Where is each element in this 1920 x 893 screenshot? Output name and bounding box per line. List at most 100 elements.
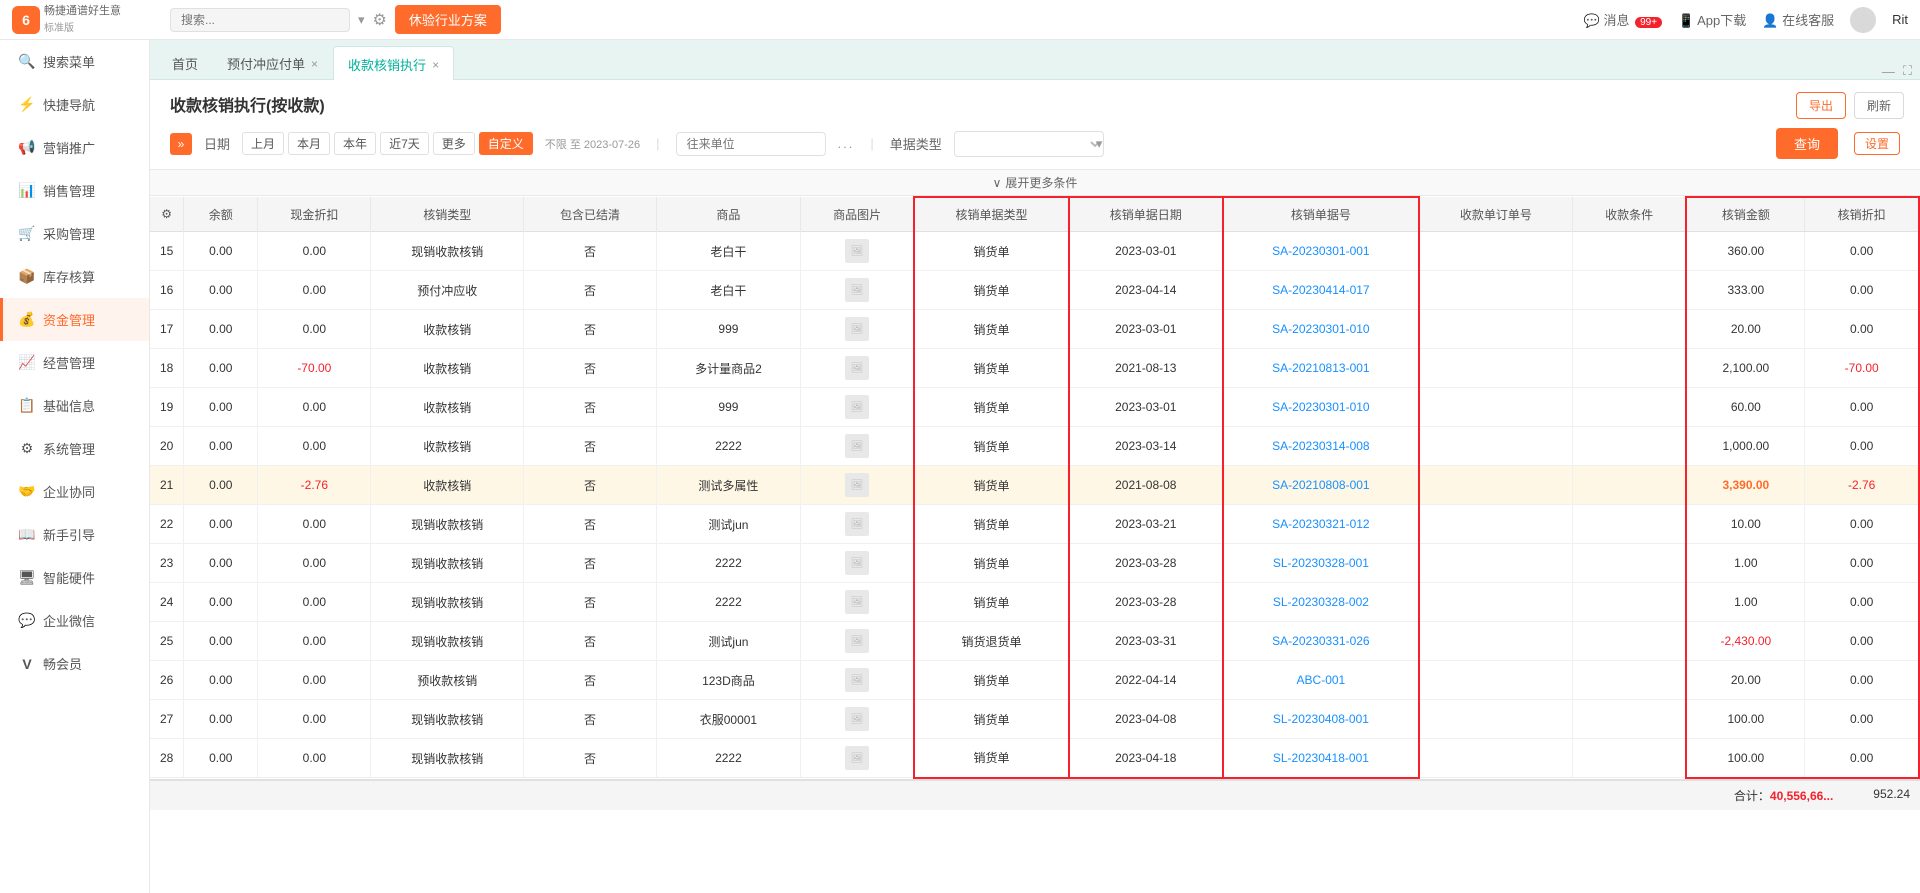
sidebar-item-wechat[interactable]: 💬 企业微信: [0, 599, 149, 642]
row-bill-no[interactable]: SL-20230408-001: [1223, 700, 1419, 739]
bill-no-link[interactable]: SL-20230408-001: [1273, 712, 1369, 726]
bill-no-link[interactable]: ABC-001: [1297, 673, 1346, 687]
date-custom[interactable]: 自定义: [479, 132, 533, 155]
row-settings-icon[interactable]: 17: [150, 310, 184, 349]
app-download-btn[interactable]: 📱 App下载: [1678, 10, 1746, 29]
row-bill-no[interactable]: SA-20230301-010: [1223, 388, 1419, 427]
expand-more-label: 展开更多条件: [1005, 174, 1077, 191]
search-input[interactable]: [170, 8, 350, 32]
row-bill-no[interactable]: SA-20210813-001: [1223, 349, 1419, 388]
sidebar-item-member[interactable]: V 畅会员: [0, 642, 149, 685]
bill-no-link[interactable]: SA-20230301-010: [1272, 322, 1369, 336]
row-settings-icon[interactable]: 19: [150, 388, 184, 427]
row-settings-icon[interactable]: 20: [150, 427, 184, 466]
bill-no-link[interactable]: SL-20230328-002: [1273, 595, 1369, 609]
tab-home[interactable]: 首页: [158, 46, 212, 79]
sidebar-item-hardware[interactable]: 🖥 智能硬件: [0, 556, 149, 599]
sidebar-item-marketing[interactable]: 📢 营销推广: [0, 126, 149, 169]
date-last-month[interactable]: 上月: [242, 132, 284, 155]
th-settings[interactable]: ⚙: [150, 197, 184, 232]
row-settings-icon[interactable]: 26: [150, 661, 184, 700]
table-area[interactable]: ⚙ 余额 现金折扣 核销类型 包含已结清 商品 商品图片 核销单据类型 核销单据…: [150, 196, 1920, 893]
bill-type-select[interactable]: [954, 131, 1104, 157]
user-avatar[interactable]: [1850, 7, 1876, 33]
row-bill-no[interactable]: ABC-001: [1223, 661, 1419, 700]
tab-prepay-close[interactable]: ×: [311, 57, 318, 71]
filter-expand-btn[interactable]: »: [170, 133, 192, 155]
row-bill-no[interactable]: SL-20230328-001: [1223, 544, 1419, 583]
row-settings-icon[interactable]: 28: [150, 739, 184, 778]
date-this-year[interactable]: 本年: [334, 132, 376, 155]
filter-divider-1: |: [656, 136, 659, 151]
row-verify-amount: 2,100.00: [1686, 349, 1804, 388]
bill-no-link[interactable]: SA-20210808-001: [1272, 478, 1369, 492]
date-more[interactable]: 更多: [433, 132, 475, 155]
main-table: ⚙ 余额 现金折扣 核销类型 包含已结清 商品 商品图片 核销单据类型 核销单据…: [150, 196, 1920, 779]
bill-no-link[interactable]: SA-20230331-026: [1272, 634, 1369, 648]
online-service-btn[interactable]: 👤 在线客服: [1762, 10, 1834, 29]
system-icon: ⚙: [19, 441, 35, 457]
table-row: 230.000.00现销收款核销否2222🖼销货单2023-03-28SL-20…: [150, 544, 1919, 583]
row-verify-discount: 0.00: [1805, 310, 1919, 349]
sidebar-item-management[interactable]: 📈 经营管理: [0, 341, 149, 384]
row-settings-icon[interactable]: 21: [150, 466, 184, 505]
expand-more-bar[interactable]: ∨ 展开更多条件: [150, 170, 1920, 196]
tab-receipt[interactable]: 收款核销执行 ×: [333, 46, 454, 80]
window-minimize-btn[interactable]: —: [1882, 64, 1895, 79]
row-settings-icon[interactable]: 22: [150, 505, 184, 544]
sidebar-item-collab[interactable]: 🤝 企业协同: [0, 470, 149, 513]
row-settings-icon[interactable]: 24: [150, 583, 184, 622]
bill-no-link[interactable]: SA-20210813-001: [1272, 361, 1369, 375]
export-btn[interactable]: 导出: [1796, 92, 1846, 119]
row-settings-icon[interactable]: 25: [150, 622, 184, 661]
settings-btn[interactable]: 设置: [1854, 132, 1900, 155]
sidebar-item-sales[interactable]: 📊 销售管理: [0, 169, 149, 212]
query-btn[interactable]: 查询: [1776, 128, 1838, 159]
industry-btn[interactable]: 休验行业方案: [395, 5, 501, 34]
bill-no-link[interactable]: SL-20230328-001: [1273, 556, 1369, 570]
message-btn[interactable]: 💬 消息 99+: [1584, 10, 1662, 29]
date-this-month[interactable]: 本月: [288, 132, 330, 155]
sidebar-item-system[interactable]: ⚙ 系统管理: [0, 427, 149, 470]
row-settings-icon[interactable]: 16: [150, 271, 184, 310]
sidebar-item-shortcut[interactable]: ⚡ 快捷导航: [0, 83, 149, 126]
inventory-icon: 📦: [19, 269, 35, 285]
row-bill-no[interactable]: SA-20230314-008: [1223, 427, 1419, 466]
date-7days[interactable]: 近7天: [380, 132, 429, 155]
bill-no-link[interactable]: SL-20230418-001: [1273, 751, 1369, 765]
search-icon: 🔍: [19, 54, 35, 70]
row-settings-icon[interactable]: 15: [150, 232, 184, 271]
bill-no-link[interactable]: SA-20230301-001: [1272, 244, 1369, 258]
row-bill-no[interactable]: SA-20230301-010: [1223, 310, 1419, 349]
counterpart-input[interactable]: [676, 132, 826, 156]
bill-no-link[interactable]: SA-20230414-017: [1272, 283, 1369, 297]
sidebar-item-basic[interactable]: 📋 基础信息: [0, 384, 149, 427]
row-bill-no[interactable]: SA-20230331-026: [1223, 622, 1419, 661]
refresh-btn[interactable]: 刷新: [1854, 92, 1904, 119]
tab-bar-right: — ⛶: [1882, 63, 1912, 79]
row-settings-icon[interactable]: 27: [150, 700, 184, 739]
tab-receipt-close[interactable]: ×: [432, 58, 439, 72]
gear-icon[interactable]: ⚙: [373, 10, 387, 30]
row-bill-no[interactable]: SA-20230321-012: [1223, 505, 1419, 544]
window-maximize-btn[interactable]: ⛶: [1903, 63, 1912, 79]
sidebar-item-purchase[interactable]: 🛒 采购管理: [0, 212, 149, 255]
sidebar-item-inventory[interactable]: 📦 库存核算: [0, 255, 149, 298]
tab-prepay[interactable]: 预付冲应付单 ×: [212, 45, 333, 79]
row-settings-icon[interactable]: 18: [150, 349, 184, 388]
row-bill-no[interactable]: SA-20230414-017: [1223, 271, 1419, 310]
bill-no-link[interactable]: SA-20230321-012: [1272, 517, 1369, 531]
sidebar-item-search[interactable]: 🔍 搜索菜单: [0, 40, 149, 83]
sidebar-item-finance[interactable]: 💰 资金管理: [0, 298, 149, 341]
bill-no-link[interactable]: SA-20230301-010: [1272, 400, 1369, 414]
row-bill-no[interactable]: SL-20230328-002: [1223, 583, 1419, 622]
row-receipt-order-no: [1419, 466, 1572, 505]
dropdown-icon[interactable]: ▾: [358, 12, 365, 28]
row-settings-icon[interactable]: 23: [150, 544, 184, 583]
row-bill-no[interactable]: SL-20230418-001: [1223, 739, 1419, 778]
row-bill-no[interactable]: SA-20210808-001: [1223, 466, 1419, 505]
sidebar-item-guide[interactable]: 📖 新手引导: [0, 513, 149, 556]
row-verify-amount: 20.00: [1686, 661, 1804, 700]
bill-no-link[interactable]: SA-20230314-008: [1272, 439, 1369, 453]
row-bill-no[interactable]: SA-20230301-001: [1223, 232, 1419, 271]
